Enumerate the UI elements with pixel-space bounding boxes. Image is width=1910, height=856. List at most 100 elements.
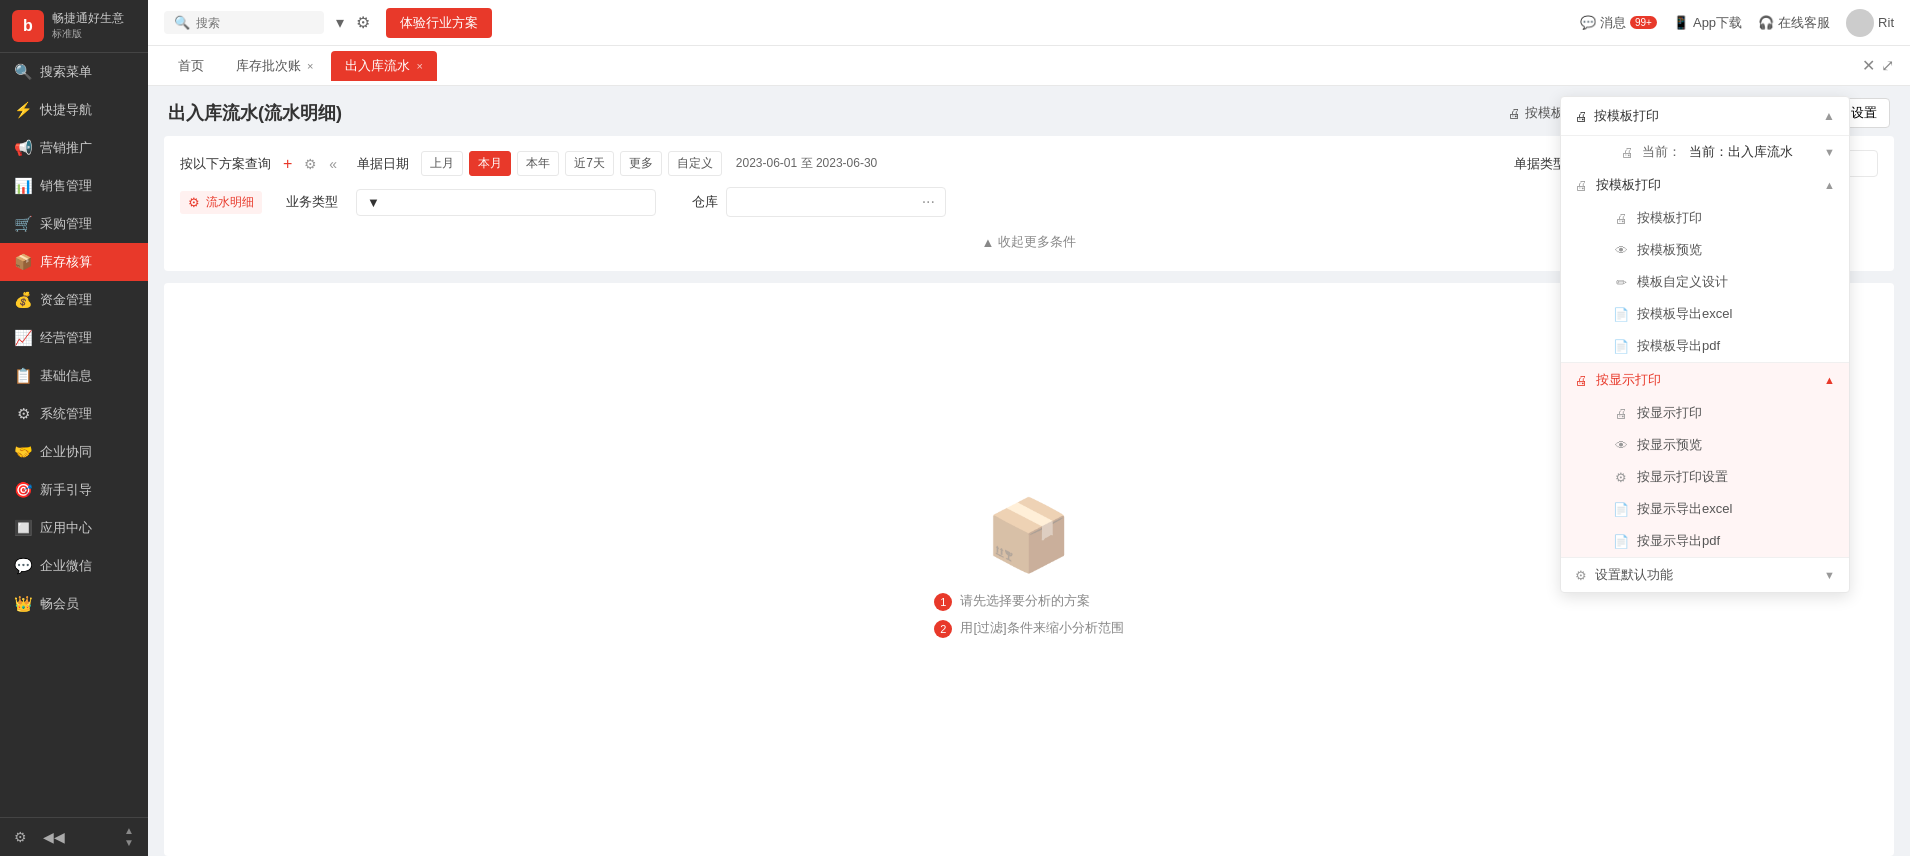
empty-state: 📦 1 请先选择要分析的方案 2 用[过滤]条件来缩小分析范围 [934, 494, 1123, 646]
display-print-settings-icon: ⚙ [1613, 469, 1629, 485]
purchase-icon: 🛒 [14, 215, 32, 233]
inventory-icon: 📦 [14, 253, 32, 271]
set-default-arrow: ▼ [1824, 569, 1835, 581]
warehouse-input[interactable]: ··· [726, 187, 946, 217]
user-profile[interactable]: Rit [1846, 9, 1894, 37]
step-2-num: 2 [934, 620, 952, 638]
sidebar-item-label: 搜索菜单 [40, 63, 92, 81]
date-btn-7days[interactable]: 近7天 [565, 151, 614, 176]
sidebar-item-quick-nav[interactable]: ⚡ 快捷导航 [0, 91, 148, 129]
query-label: 按以下方案查询 [180, 155, 271, 173]
tab-home[interactable]: 首页 [164, 51, 218, 81]
sidebar-item-weixin[interactable]: 💬 企业微信 [0, 547, 148, 585]
current-item-icon: 🖨 [1621, 145, 1634, 160]
date-btn-prev-month[interactable]: 上月 [421, 151, 463, 176]
display-export-excel-icon: 📄 [1613, 501, 1629, 517]
topbar-search-box[interactable]: 🔍 [164, 11, 324, 34]
sidebar-logo: b 畅捷通好生意 标准版 [0, 0, 148, 53]
filter-add-button[interactable]: + [283, 155, 292, 173]
date-btn-current-month[interactable]: 本月 [469, 151, 511, 176]
user-name: Rit [1878, 15, 1894, 30]
sidebar-item-basic-info[interactable]: 📋 基础信息 [0, 357, 148, 395]
template-print-item[interactable]: 🖨 按模板打印 [1561, 202, 1849, 234]
message-button[interactable]: 💬 消息 99+ [1580, 14, 1657, 32]
display-preview-item[interactable]: 👁 按显示预览 [1561, 429, 1849, 461]
sidebar: b 畅捷通好生意 标准版 🔍 搜索菜单 ⚡ 快捷导航 📢 营销推广 📊 销售管理… [0, 0, 148, 856]
display-export-pdf-item[interactable]: 📄 按显示导出pdf [1561, 525, 1849, 557]
step-1-num: 1 [934, 593, 952, 611]
sidebar-item-app-center[interactable]: 🔲 应用中心 [0, 509, 148, 547]
set-default-item[interactable]: ⚙ 设置默认功能 ▼ [1561, 558, 1849, 592]
close-all-tabs-button[interactable]: ✕ [1862, 56, 1875, 75]
topbar-gear-icon[interactable]: ⚙ [356, 13, 370, 32]
current-item[interactable]: 🖨 当前： 当前：出入库流水 ▼ [1561, 136, 1849, 168]
current-item-arrow: ▼ [1824, 146, 1835, 158]
collapse-sidebar-button[interactable]: ◀◀ [43, 829, 65, 845]
empty-step-2: 2 用[过滤]条件来缩小分析范围 [934, 619, 1123, 638]
sidebar-item-guide[interactable]: 🎯 新手引导 [0, 471, 148, 509]
template-print-section-header[interactable]: 🖨 按模板打印 ▲ [1561, 168, 1849, 202]
template-export-excel-item[interactable]: 📄 按模板导出excel [1561, 298, 1849, 330]
member-icon: 👑 [14, 595, 32, 613]
flow-tag-label: 流水明细 [206, 194, 254, 211]
service-button[interactable]: 🎧 在线客服 [1758, 14, 1830, 32]
tab-batch-account-close[interactable]: × [307, 60, 313, 72]
template-export-pdf-icon: 📄 [1613, 338, 1629, 354]
tab-flow[interactable]: 出入库流水 × [331, 51, 436, 81]
date-filter-group: 上月 本月 本年 近7天 更多 自定义 2023-06-01 至 2023-06… [421, 151, 1482, 176]
weixin-icon: 💬 [14, 557, 32, 575]
dropdown-panel-arrow: ▲ [1823, 109, 1835, 123]
sidebar-item-inventory[interactable]: 📦 库存核算 [0, 243, 148, 281]
template-custom-item[interactable]: ✏ 模板自定义设计 [1561, 266, 1849, 298]
tab-batch-account[interactable]: 库存批次账 × [222, 51, 327, 81]
sidebar-item-member[interactable]: 👑 畅会员 [0, 585, 148, 623]
app-download-button[interactable]: 📱 App下载 [1673, 14, 1742, 32]
template-print-section: 🖨 按模板打印 ▲ 🖨 按模板打印 👁 按模板预览 ✏ 模板自定义设计 📄 按模… [1561, 168, 1849, 363]
trial-button[interactable]: 体验行业方案 [386, 8, 492, 38]
date-range-display: 2023-06-01 至 2023-06-30 [736, 155, 877, 172]
page-title: 出入库流水(流水明细) [168, 101, 342, 125]
scroll-down-arrow[interactable]: ▼ [124, 838, 134, 848]
topbar-right: 💬 消息 99+ 📱 App下载 🎧 在线客服 Rit [1580, 9, 1894, 37]
date-btn-custom[interactable]: 自定义 [668, 151, 722, 176]
display-preview-icon: 👁 [1613, 437, 1629, 453]
sidebar-item-purchase[interactable]: 🛒 采购管理 [0, 205, 148, 243]
business-type-dropdown[interactable]: ▼ [356, 189, 656, 216]
current-item-label: 当前： [1642, 143, 1681, 161]
template-preview-item[interactable]: 👁 按模板预览 [1561, 234, 1849, 266]
scroll-up-arrow[interactable]: ▲ [124, 826, 134, 836]
sidebar-item-system[interactable]: ⚙ 系统管理 [0, 395, 148, 433]
message-badge: 99+ [1630, 16, 1657, 29]
sidebar-item-cooperation[interactable]: 🤝 企业协同 [0, 433, 148, 471]
sidebar-item-search[interactable]: 🔍 搜索菜单 [0, 53, 148, 91]
tabs-bar: 首页 库存批次账 × 出入库流水 × ✕ ⤢ [148, 46, 1910, 86]
dropdown-panel-header: 🖨 按模板打印 ▲ [1561, 97, 1849, 136]
display-print-settings-item[interactable]: ⚙ 按显示打印设置 [1561, 461, 1849, 493]
tab-flow-close[interactable]: × [416, 60, 422, 72]
flow-tag[interactable]: ⚙ 流水明细 [180, 191, 262, 214]
template-export-pdf-item[interactable]: 📄 按模板导出pdf [1561, 330, 1849, 362]
display-export-excel-item[interactable]: 📄 按显示导出excel [1561, 493, 1849, 525]
maximize-button[interactable]: ⤢ [1881, 56, 1894, 75]
date-btn-current-year[interactable]: 本年 [517, 151, 559, 176]
logo-icon: b [12, 10, 44, 42]
sidebar-item-marketing[interactable]: 📢 营销推广 [0, 129, 148, 167]
sidebar-item-operations[interactable]: 📈 经营管理 [0, 319, 148, 357]
warehouse-more-icon[interactable]: ··· [922, 193, 935, 211]
date-btn-more[interactable]: 更多 [620, 151, 662, 176]
sidebar-item-sales[interactable]: 📊 销售管理 [0, 167, 148, 205]
filter-setting-button[interactable]: ⚙ [304, 156, 317, 172]
empty-step-1: 1 请先选择要分析的方案 [934, 592, 1123, 611]
search-input[interactable] [196, 16, 296, 30]
message-icon: 💬 [1580, 15, 1596, 30]
settings-button[interactable]: ⚙ [14, 829, 27, 845]
display-print-section-header[interactable]: 🖨 按显示打印 ▲ [1561, 363, 1849, 397]
topbar-dropdown-icon[interactable]: ▾ [336, 13, 344, 32]
display-print-item[interactable]: 🖨 按显示打印 [1561, 397, 1849, 429]
user-avatar [1846, 9, 1874, 37]
cooperation-icon: 🤝 [14, 443, 32, 461]
tabs-right-actions: ✕ ⤢ [1862, 56, 1894, 75]
filter-collapse-button[interactable]: « [329, 156, 337, 172]
sidebar-item-finance[interactable]: 💰 资金管理 [0, 281, 148, 319]
sidebar-item-label: 新手引导 [40, 481, 92, 499]
